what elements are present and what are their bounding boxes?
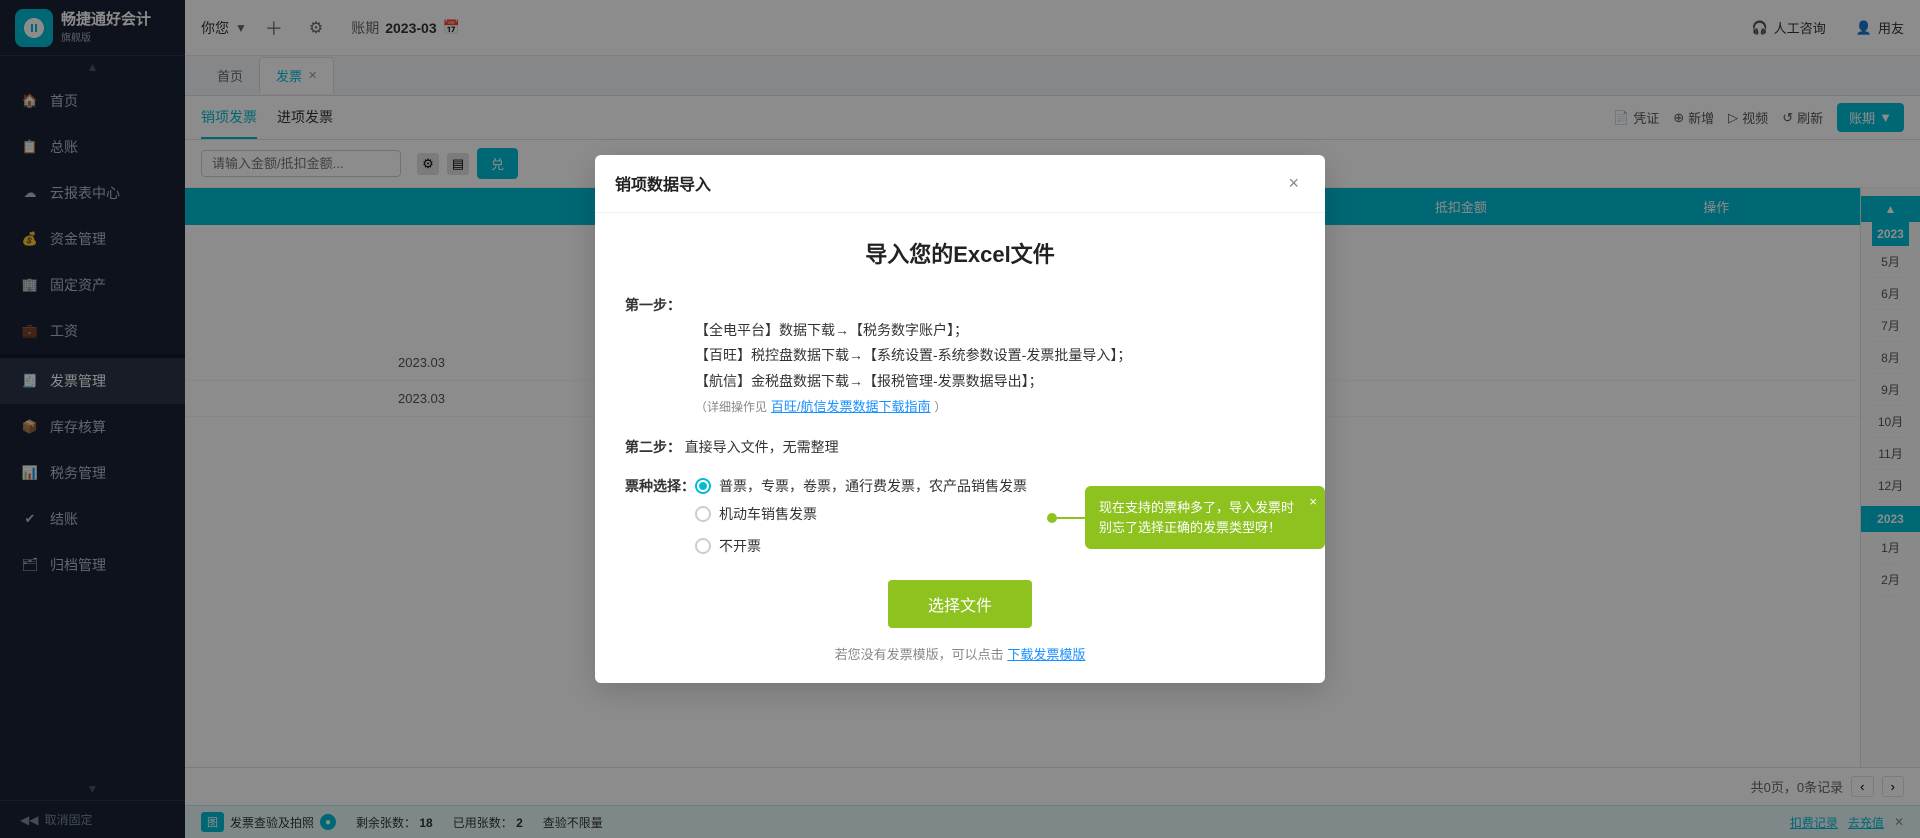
radio-circle-3 [695, 538, 711, 554]
radio-label-2: 机动车销售发票 [719, 504, 817, 524]
footer-note-text: 若您没有发票模版，可以点击 [835, 647, 1004, 662]
dialog-footer-note: 若您没有发票模版，可以点击 下载发票模版 [625, 644, 1295, 663]
tooltip-container: 现在支持的票种多了，导入发票时别忘了选择正确的发票类型呀！ × [1047, 486, 1325, 549]
select-file-btn[interactable]: 选择文件 [888, 580, 1032, 628]
guide-link[interactable]: 百旺/航信发票数据下载指南 [771, 399, 931, 414]
download-template-link[interactable]: 下载发票模版 [1007, 647, 1085, 662]
radio-circle-1 [695, 478, 711, 494]
tooltip-dot [1047, 513, 1057, 523]
dialog-close-btn[interactable]: × [1282, 171, 1305, 196]
dialog-main-title: 导入您的Excel文件 [625, 237, 1295, 269]
step1-lines: 【全电平台】数据下载→【税务数字账户】； 【百旺】税控盘数据下载→【系统设置-系… [695, 318, 1295, 419]
ticket-label: 票种选择： [625, 476, 695, 496]
import-dialog: 销项数据导入 × 导入您的Excel文件 第一步： 【全电平台】数据下载→【税务… [595, 155, 1325, 683]
step1-section: 第一步： 【全电平台】数据下载→【税务数字账户】； 【百旺】税控盘数据下载→【系… [625, 293, 1295, 419]
step1-content: 【全电平台】数据下载→【税务数字账户】； 【百旺】税控盘数据下载→【系统设置-系… [625, 318, 1295, 419]
step1-note: （详细操作见 百旺/航信发票数据下载指南 ） [695, 394, 1295, 419]
step2-section: 第二步： 直接导入文件，无需整理 [625, 435, 1295, 460]
tooltip-text: 现在支持的票种多了，导入发票时别忘了选择正确的发票类型呀！ [1099, 500, 1294, 535]
dialog-title: 销项数据导入 [615, 171, 711, 195]
tooltip-close-btn[interactable]: × [1309, 492, 1317, 512]
radio-option-1[interactable]: 普票，专票，卷票，通行费发票，农产品销售发票 [695, 476, 1027, 496]
radio-circle-2 [695, 506, 711, 522]
radio-label-1: 普票，专票，卷票，通行费发票，农产品销售发票 [719, 476, 1027, 496]
radio-label-3: 不开票 [719, 536, 761, 556]
dialog-header: 销项数据导入 × [595, 155, 1325, 213]
modal-overlay: 销项数据导入 × 导入您的Excel文件 第一步： 【全电平台】数据下载→【税务… [0, 0, 1920, 838]
step1-line1: 【全电平台】数据下载→【税务数字账户】； [695, 318, 1295, 343]
step2-label: 第二步： [625, 439, 681, 455]
step2-content: 直接导入文件，无需整理 [685, 439, 839, 455]
ticket-type-group: 票种选择： 普票，专票，卷票，通行费发票，农产品销售发票 机动车销售发票 不开票 [625, 476, 1295, 556]
dialog-body: 导入您的Excel文件 第一步： 【全电平台】数据下载→【税务数字账户】； 【百… [595, 213, 1325, 683]
tooltip-bubble: 现在支持的票种多了，导入发票时别忘了选择正确的发票类型呀！ × [1085, 486, 1325, 549]
step1-line2: 【百旺】税控盘数据下载→【系统设置-系统参数设置-发票批量导入】； [695, 343, 1295, 368]
tooltip-line [1057, 517, 1085, 519]
step1-line3: 【航信】金税盘数据下载→【报税管理-发票数据导出】； [695, 369, 1295, 394]
step1-label: 第一步： [625, 297, 681, 313]
